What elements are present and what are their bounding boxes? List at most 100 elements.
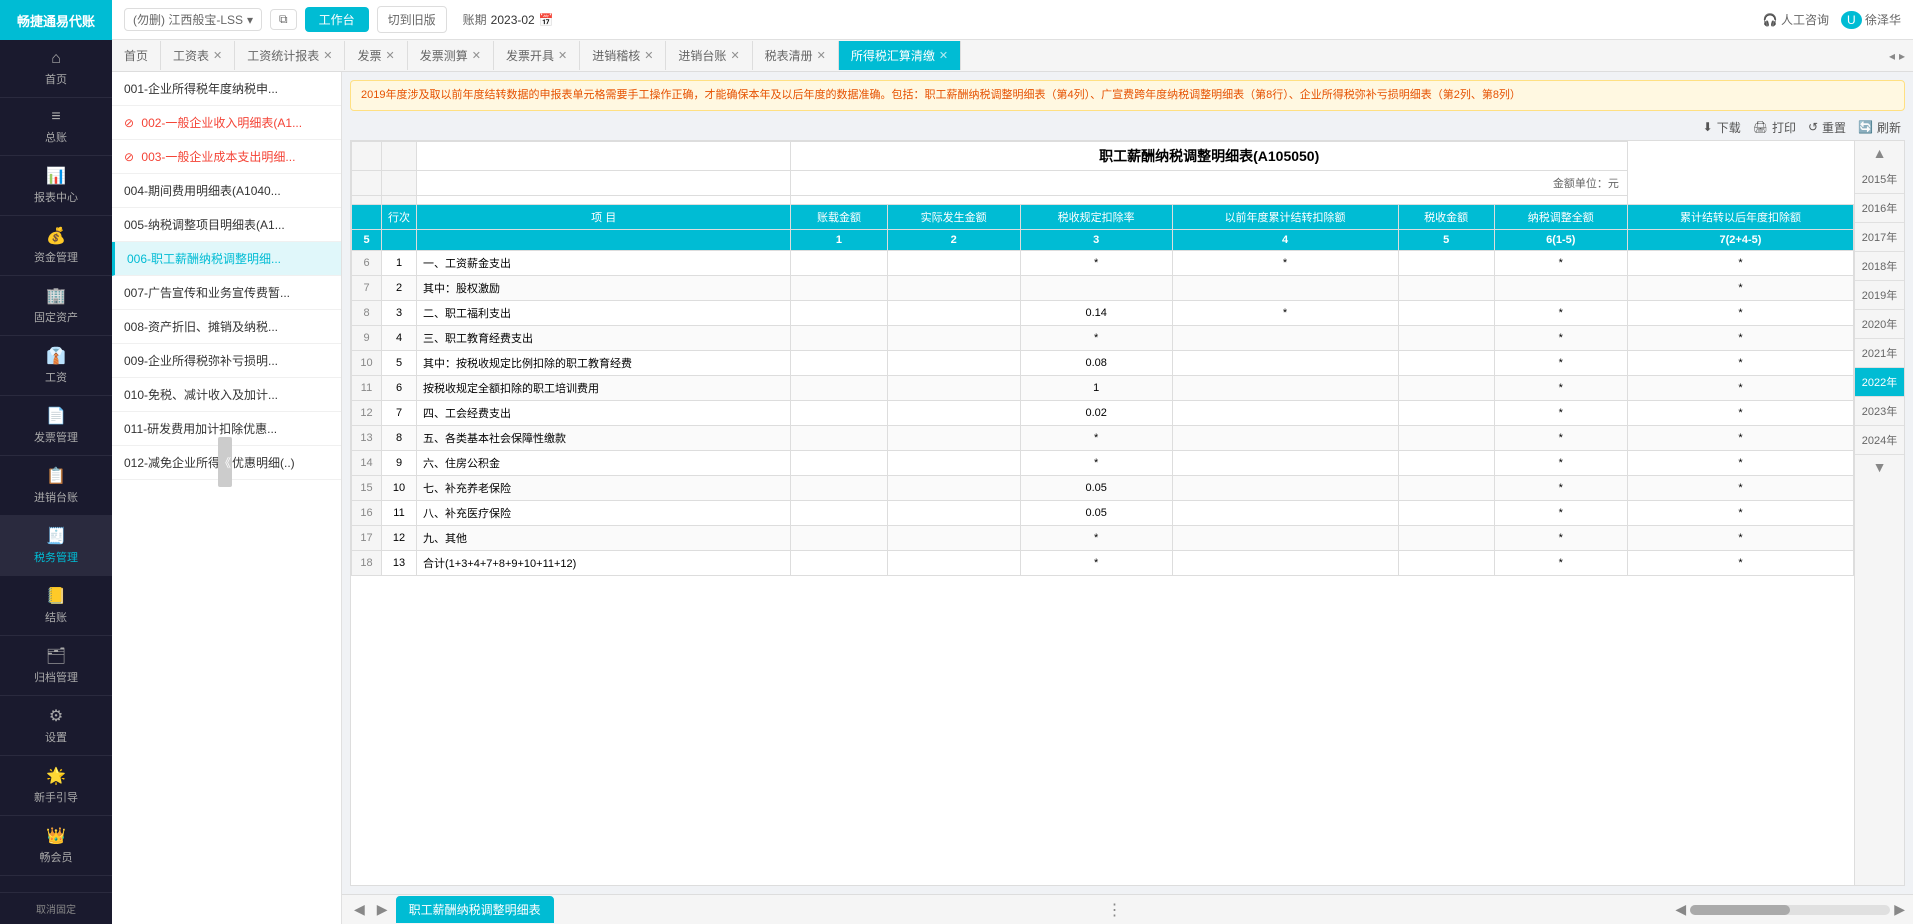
tabs-next[interactable]: ▸ (1899, 49, 1905, 63)
tab-invoice-calc[interactable]: 发票测算 ✕ (408, 41, 494, 70)
col-g-cell[interactable] (1398, 400, 1494, 425)
table-row[interactable]: 1510七、补充养老保险0.05** (352, 475, 1854, 500)
sidebar-item-salary[interactable]: 👔 工资 (0, 336, 112, 396)
col-c-cell[interactable] (791, 525, 887, 550)
col-d-cell[interactable] (887, 275, 1020, 300)
col-d-cell[interactable] (887, 425, 1020, 450)
table-row[interactable]: 149六、住房公积金*** (352, 450, 1854, 475)
year-2024[interactable]: 2024年 (1855, 426, 1904, 455)
col-i-cell[interactable]: * (1627, 425, 1853, 450)
col-d-cell[interactable] (887, 500, 1020, 525)
col-d-cell[interactable] (887, 250, 1020, 275)
year-2022[interactable]: 2022年 (1855, 368, 1904, 397)
table-row[interactable]: 83二、职工福利支出0.14*** (352, 300, 1854, 325)
download-button[interactable]: ⬇ 下载 (1703, 119, 1741, 136)
col-e-cell[interactable]: 1 (1020, 375, 1172, 400)
tab-tax-book-close[interactable]: ✕ (817, 49, 826, 62)
company-selector[interactable]: (勿删) 江西般宝-LSS ▾ (124, 8, 262, 31)
col-h-cell[interactable]: * (1494, 550, 1627, 575)
col-h-cell[interactable]: * (1494, 400, 1627, 425)
col-g-cell[interactable] (1398, 475, 1494, 500)
col-f-cell[interactable] (1172, 275, 1398, 300)
year-2020[interactable]: 2020年 (1855, 310, 1904, 339)
col-f-cell[interactable] (1172, 350, 1398, 375)
sidebar-item-capital[interactable]: 💰 资金管理 (0, 216, 112, 276)
col-e-cell[interactable]: 0.05 (1020, 475, 1172, 500)
col-d-cell[interactable] (887, 375, 1020, 400)
table-row[interactable]: 116按税收规定全额扣除的职工培训费用1** (352, 375, 1854, 400)
left-panel-item-004[interactable]: 004-期间费用明细表(A1040... (112, 174, 341, 208)
col-g-cell[interactable] (1398, 450, 1494, 475)
year-2015[interactable]: 2015年 (1855, 165, 1904, 194)
col-c-cell[interactable] (791, 250, 887, 275)
col-f-cell[interactable]: * (1172, 250, 1398, 275)
left-panel-item-003[interactable]: ⊘ 003-一般企业成本支出明细... (112, 140, 341, 174)
help-button[interactable]: 🎧 人工咨询 (1763, 11, 1829, 28)
left-panel-item-002[interactable]: ⊘ 002-一般企业收入明细表(A1... (112, 106, 341, 140)
tab-sales-check[interactable]: 进销稽核 ✕ (580, 41, 666, 70)
col-f-cell[interactable] (1172, 525, 1398, 550)
col-c-cell[interactable] (791, 550, 887, 575)
col-e-cell[interactable]: * (1020, 525, 1172, 550)
tab-salary-report[interactable]: 工资统计报表 ✕ (235, 41, 345, 70)
col-i-cell[interactable]: * (1627, 275, 1853, 300)
sidebar-item-tax[interactable]: 🧾 税务管理 (0, 516, 112, 576)
left-panel-item-009[interactable]: 009-企业所得税弥补亏损明... (112, 344, 341, 378)
table-row[interactable]: 138五、各类基本社会保障性缴款*** (352, 425, 1854, 450)
sheet-tab-main[interactable]: 职工薪酬纳税调整明细表 (396, 896, 554, 923)
col-i-cell[interactable]: * (1627, 525, 1853, 550)
col-g-cell[interactable] (1398, 300, 1494, 325)
year-2016[interactable]: 2016年 (1855, 194, 1904, 223)
left-panel-item-007[interactable]: 007-广告宣传和业务宣传费暂... (112, 276, 341, 310)
col-c-cell[interactable] (791, 400, 887, 425)
col-h-cell[interactable]: * (1494, 250, 1627, 275)
tab-sales-ledger[interactable]: 进销台账 ✕ (666, 41, 752, 70)
sidebar-item-archive[interactable]: 🗂 归档管理 (0, 636, 112, 696)
tabs-prev[interactable]: ◂ (1889, 49, 1895, 63)
col-e-cell[interactable] (1020, 275, 1172, 300)
col-f-cell[interactable] (1172, 400, 1398, 425)
col-f-cell[interactable] (1172, 425, 1398, 450)
col-i-cell[interactable]: * (1627, 450, 1853, 475)
col-h-cell[interactable]: * (1494, 525, 1627, 550)
table-row[interactable]: 105其中：按税收规定比例扣除的职工教育经费0.08** (352, 350, 1854, 375)
sheet-nav-left[interactable]: ◀ (350, 899, 369, 920)
col-g-cell[interactable] (1398, 425, 1494, 450)
col-c-cell[interactable] (791, 500, 887, 525)
table-row[interactable]: 127四、工会经费支出0.02** (352, 400, 1854, 425)
col-e-cell[interactable]: * (1020, 450, 1172, 475)
col-h-cell[interactable]: * (1494, 450, 1627, 475)
col-h-cell[interactable] (1494, 275, 1627, 300)
col-c-cell[interactable] (791, 425, 887, 450)
tab-invoice[interactable]: 发票 ✕ (345, 41, 407, 70)
left-panel-item-010[interactable]: 010-免税、减计收入及加计... (112, 378, 341, 412)
sidebar-item-assets[interactable]: 🏢 固定资产 (0, 276, 112, 336)
col-h-cell[interactable]: * (1494, 300, 1627, 325)
tab-invoice-issue[interactable]: 发票开具 ✕ (494, 41, 580, 70)
col-d-cell[interactable] (887, 550, 1020, 575)
tab-income-tax-close[interactable]: ✕ (939, 49, 948, 62)
year-2021[interactable]: 2021年 (1855, 339, 1904, 368)
col-h-cell[interactable]: * (1494, 350, 1627, 375)
sidebar-item-invoice[interactable]: 📄 发票管理 (0, 396, 112, 456)
col-i-cell[interactable]: * (1627, 375, 1853, 400)
workspace-button[interactable]: 工作台 (305, 7, 369, 32)
col-f-cell[interactable] (1172, 450, 1398, 475)
col-i-cell[interactable]: * (1627, 250, 1853, 275)
copy-button[interactable]: ⧉ (270, 9, 297, 30)
col-h-cell[interactable]: * (1494, 375, 1627, 400)
col-g-cell[interactable] (1398, 550, 1494, 575)
switch-button[interactable]: 切到旧版 (377, 6, 447, 33)
col-g-cell[interactable] (1398, 525, 1494, 550)
col-f-cell[interactable] (1172, 475, 1398, 500)
left-panel-item-001[interactable]: 001-企业所得税年度纳税申... (112, 72, 341, 106)
sidebar-item-guide[interactable]: 🌟 新手引导 (0, 756, 112, 816)
year-2018[interactable]: 2018年 (1855, 252, 1904, 281)
col-c-cell[interactable] (791, 475, 887, 500)
tab-invoice-issue-close[interactable]: ✕ (558, 49, 567, 62)
col-f-cell[interactable] (1172, 375, 1398, 400)
col-c-cell[interactable] (791, 275, 887, 300)
col-i-cell[interactable]: * (1627, 550, 1853, 575)
sidebar-item-report[interactable]: 📊 报表中心 (0, 156, 112, 216)
year-2019[interactable]: 2019年 (1855, 281, 1904, 310)
